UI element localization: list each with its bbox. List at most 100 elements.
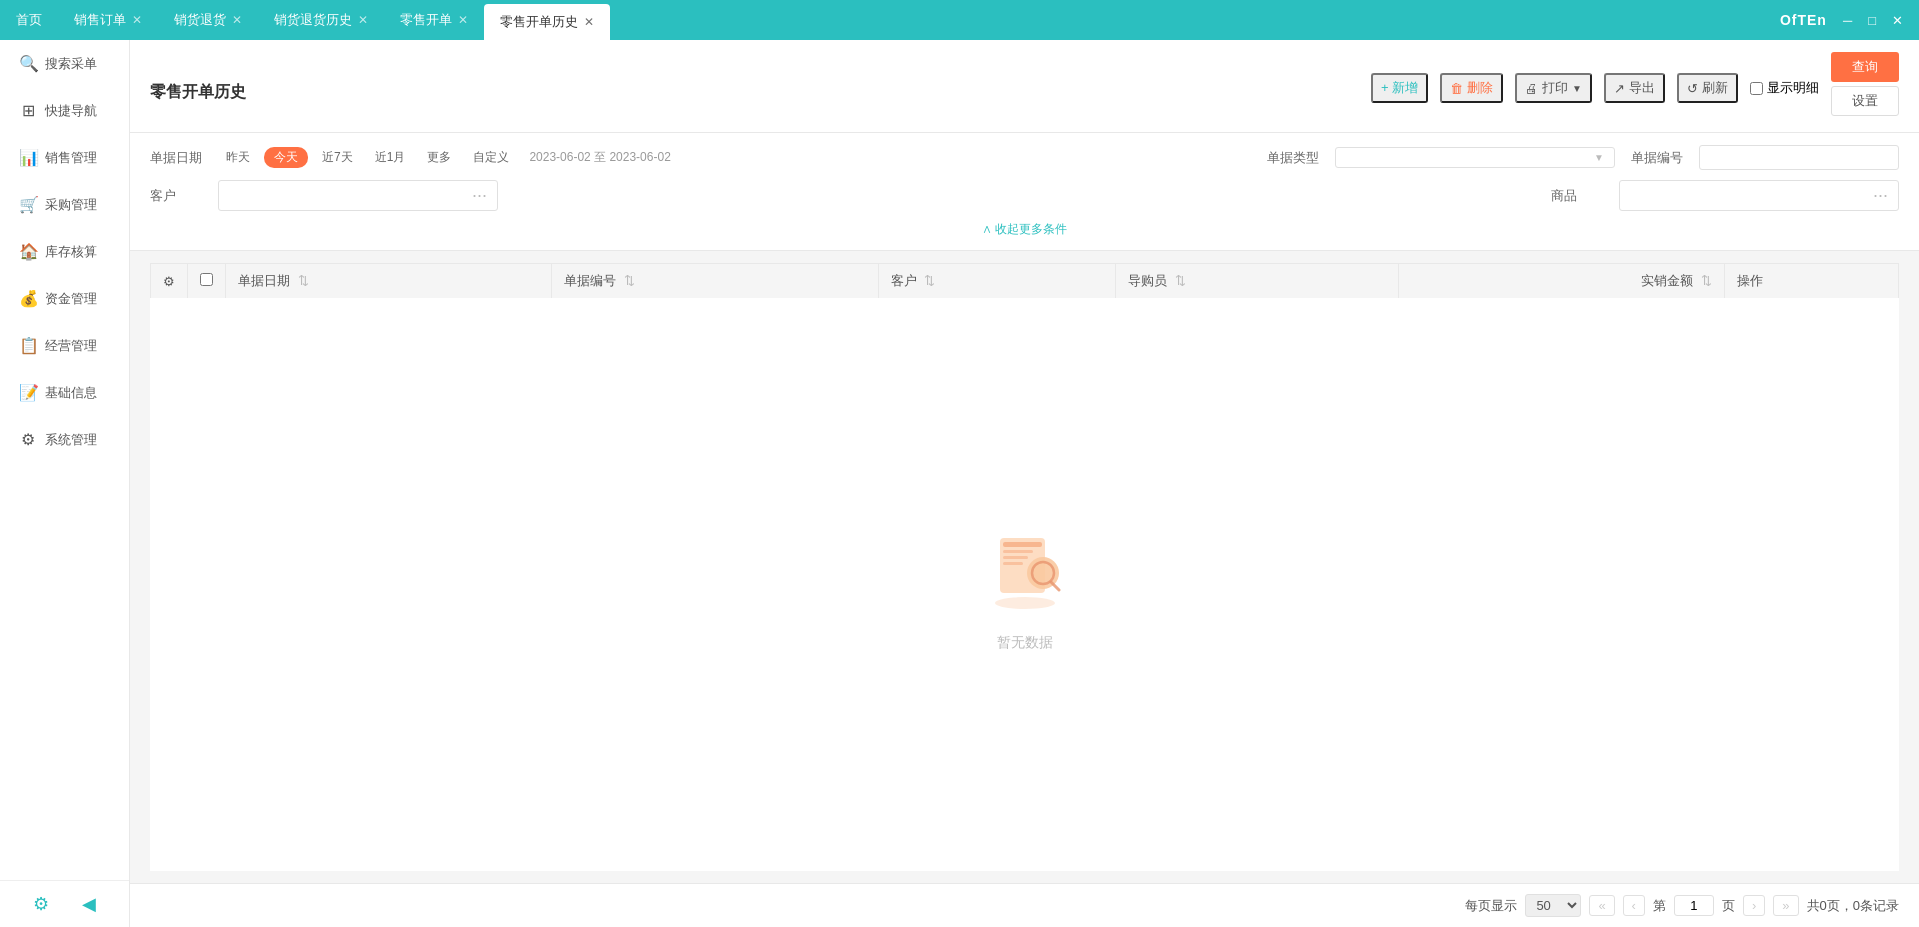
sidebar-item-inventory[interactable]: 🏠 库存核算 xyxy=(0,228,129,275)
date-tab-more[interactable]: 更多 xyxy=(419,147,459,168)
per-page-select[interactable]: 50 10 20 100 xyxy=(1525,894,1581,917)
sidebar-item-basic-info[interactable]: 📝 基础信息 xyxy=(0,369,129,416)
th-customer[interactable]: 客户 ⇅ xyxy=(878,264,1116,299)
inventory-icon: 🏠 xyxy=(19,242,37,261)
sidebar-item-purchase[interactable]: 🛒 采购管理 xyxy=(0,181,129,228)
toolbar: + 新增 🗑 删除 🖨 打印 ▼ ↗ 导出 ↺ 刷新 xyxy=(1371,52,1899,132)
filter-group-doc-type: 单据类型 ▼ xyxy=(1267,147,1615,168)
sidebar-item-finance[interactable]: 💰 资金管理 xyxy=(0,275,129,322)
date-label: 单据日期 xyxy=(150,149,210,167)
filter-group-customer: 客户 ··· xyxy=(150,180,498,211)
last-page-button[interactable]: » xyxy=(1773,895,1798,916)
tab-sales-return-history[interactable]: 销货退货历史 ✕ xyxy=(258,0,384,40)
doc-type-select[interactable]: ▼ xyxy=(1335,147,1615,168)
refresh-button[interactable]: ↺ 刷新 xyxy=(1677,73,1738,103)
window-maximize-icon[interactable]: □ xyxy=(1868,13,1876,28)
sidebar-item-finance-label: 资金管理 xyxy=(45,290,97,308)
date-tab-custom[interactable]: 自定义 xyxy=(465,147,517,168)
goods-input-wrapper: ··· xyxy=(1619,180,1899,211)
th-amount[interactable]: 实销金额 ⇅ xyxy=(1398,264,1724,299)
customer-picker-icon[interactable]: ··· xyxy=(472,185,487,206)
display-detail-toggle[interactable]: 显示明细 xyxy=(1750,79,1819,97)
customer-input[interactable] xyxy=(229,188,472,203)
tab-retail-history[interactable]: 零售开单历史 ✕ xyxy=(484,4,610,40)
tab-home[interactable]: 首页 xyxy=(0,0,58,40)
setting-button[interactable]: 设置 xyxy=(1831,86,1899,116)
tab-retail-history-close[interactable]: ✕ xyxy=(584,15,594,29)
tab-retail-open-close[interactable]: ✕ xyxy=(458,13,468,27)
sidebar-item-basic-info-label: 基础信息 xyxy=(45,384,97,402)
collapse-bar[interactable]: ∧ 收起更多条件 xyxy=(150,221,1899,238)
sidebar-item-inventory-label: 库存核算 xyxy=(45,243,97,261)
th-guide-label: 导购员 xyxy=(1128,273,1167,288)
data-table: ⚙ 单据日期 ⇅ 单据编号 ⇅ xyxy=(150,263,1899,299)
customer-sort-icon: ⇅ xyxy=(924,273,935,288)
doc-no-input[interactable] xyxy=(1710,150,1888,165)
print-button[interactable]: 🖨 打印 ▼ xyxy=(1515,73,1592,103)
top-bar-right: OfTEn ─ □ ✕ xyxy=(1780,12,1919,28)
sidebar-settings-icon[interactable]: ⚙ xyxy=(33,893,49,915)
sidebar-item-operations[interactable]: 📋 经营管理 xyxy=(0,322,129,369)
display-detail-checkbox[interactable] xyxy=(1750,82,1763,95)
filter-group-doc-no: 单据编号 xyxy=(1631,145,1899,170)
sidebar-item-purchase-label: 采购管理 xyxy=(45,196,97,214)
filter-group-date: 单据日期 昨天 今天 近7天 近1月 更多 自定义 2023-06-02 至 2… xyxy=(150,147,671,168)
window-close-icon[interactable]: ✕ xyxy=(1892,13,1903,28)
tab-sales-return-history-label: 销货退货历史 xyxy=(274,11,352,29)
display-detail-label: 显示明细 xyxy=(1767,79,1819,97)
window-minimize-icon[interactable]: ─ xyxy=(1843,13,1852,28)
tab-retail-open[interactable]: 零售开单 ✕ xyxy=(384,0,484,40)
doc-type-dropdown-icon: ▼ xyxy=(1594,152,1604,163)
th-settings: ⚙ xyxy=(151,264,188,299)
th-date[interactable]: 单据日期 ⇅ xyxy=(226,264,552,299)
delete-button[interactable]: 🗑 删除 xyxy=(1440,73,1503,103)
sidebar-collapse-icon[interactable]: ◀ xyxy=(82,893,96,915)
th-guide[interactable]: 导购员 ⇅ xyxy=(1116,264,1398,299)
prev-page-button[interactable]: ‹ xyxy=(1623,895,1645,916)
export-button[interactable]: ↗ 导出 xyxy=(1604,73,1665,103)
add-button[interactable]: + 新增 xyxy=(1371,73,1428,103)
sidebar-item-system[interactable]: ⚙ 系统管理 xyxy=(0,416,129,463)
total-text: 共0页，0条记录 xyxy=(1807,897,1899,915)
tab-sales-order[interactable]: 销售订单 ✕ xyxy=(58,0,158,40)
tab-sales-return-close[interactable]: ✕ xyxy=(232,13,242,27)
tab-sales-return[interactable]: 销货退货 ✕ xyxy=(158,0,258,40)
filter-area: 单据日期 昨天 今天 近7天 近1月 更多 自定义 2023-06-02 至 2… xyxy=(130,133,1919,251)
print-icon: 🖨 xyxy=(1525,81,1538,96)
query-button[interactable]: 查询 xyxy=(1831,52,1899,82)
finance-icon: 💰 xyxy=(19,289,37,308)
doc-no-label: 单据编号 xyxy=(1631,149,1691,167)
first-page-button[interactable]: « xyxy=(1589,895,1614,916)
page-label: 第 xyxy=(1653,897,1666,915)
page-number-input[interactable] xyxy=(1674,895,1714,916)
export-label: 导出 xyxy=(1629,79,1655,97)
tab-sales-order-close[interactable]: ✕ xyxy=(132,13,142,27)
date-tab-1month[interactable]: 近1月 xyxy=(367,147,414,168)
next-page-button[interactable]: › xyxy=(1743,895,1765,916)
date-tabs: 昨天 今天 近7天 近1月 更多 自定义 xyxy=(218,147,517,168)
operations-icon: 📋 xyxy=(19,336,37,355)
sidebar-item-sales[interactable]: 📊 销售管理 xyxy=(0,134,129,181)
tab-retail-history-label: 零售开单历史 xyxy=(500,13,578,31)
goods-input[interactable] xyxy=(1630,188,1873,203)
main-layout: 🔍 搜索采单 ⊞ 快捷导航 📊 销售管理 🛒 采购管理 🏠 库存核算 💰 资金管… xyxy=(0,40,1919,927)
tab-sales-return-history-close[interactable]: ✕ xyxy=(358,13,368,27)
sidebar-item-search[interactable]: 🔍 搜索采单 xyxy=(0,40,129,87)
th-no[interactable]: 单据编号 ⇅ xyxy=(552,264,878,299)
sidebar-item-quick-nav[interactable]: ⊞ 快捷导航 xyxy=(0,87,129,134)
date-tab-7days[interactable]: 近7天 xyxy=(314,147,361,168)
filter-group-goods: 商品 ··· xyxy=(1551,180,1899,211)
tab-retail-open-label: 零售开单 xyxy=(400,11,452,29)
date-tab-yesterday[interactable]: 昨天 xyxy=(218,147,258,168)
date-tab-today[interactable]: 今天 xyxy=(264,147,308,168)
filter-row-2: 客户 ··· 商品 ··· xyxy=(150,180,1899,211)
svg-rect-3 xyxy=(1003,550,1033,553)
sidebar-item-sales-label: 销售管理 xyxy=(45,149,97,167)
goods-picker-icon[interactable]: ··· xyxy=(1873,185,1888,206)
query-setting-group: 查询 设置 xyxy=(1831,52,1899,124)
collapse-label: 收起更多条件 xyxy=(995,222,1067,236)
select-all-checkbox[interactable] xyxy=(200,273,213,286)
filter-row-1: 单据日期 昨天 今天 近7天 近1月 更多 自定义 2023-06-02 至 2… xyxy=(150,145,1899,170)
settings-col-icon[interactable]: ⚙ xyxy=(163,274,175,289)
empty-text: 暂无数据 xyxy=(997,634,1053,652)
